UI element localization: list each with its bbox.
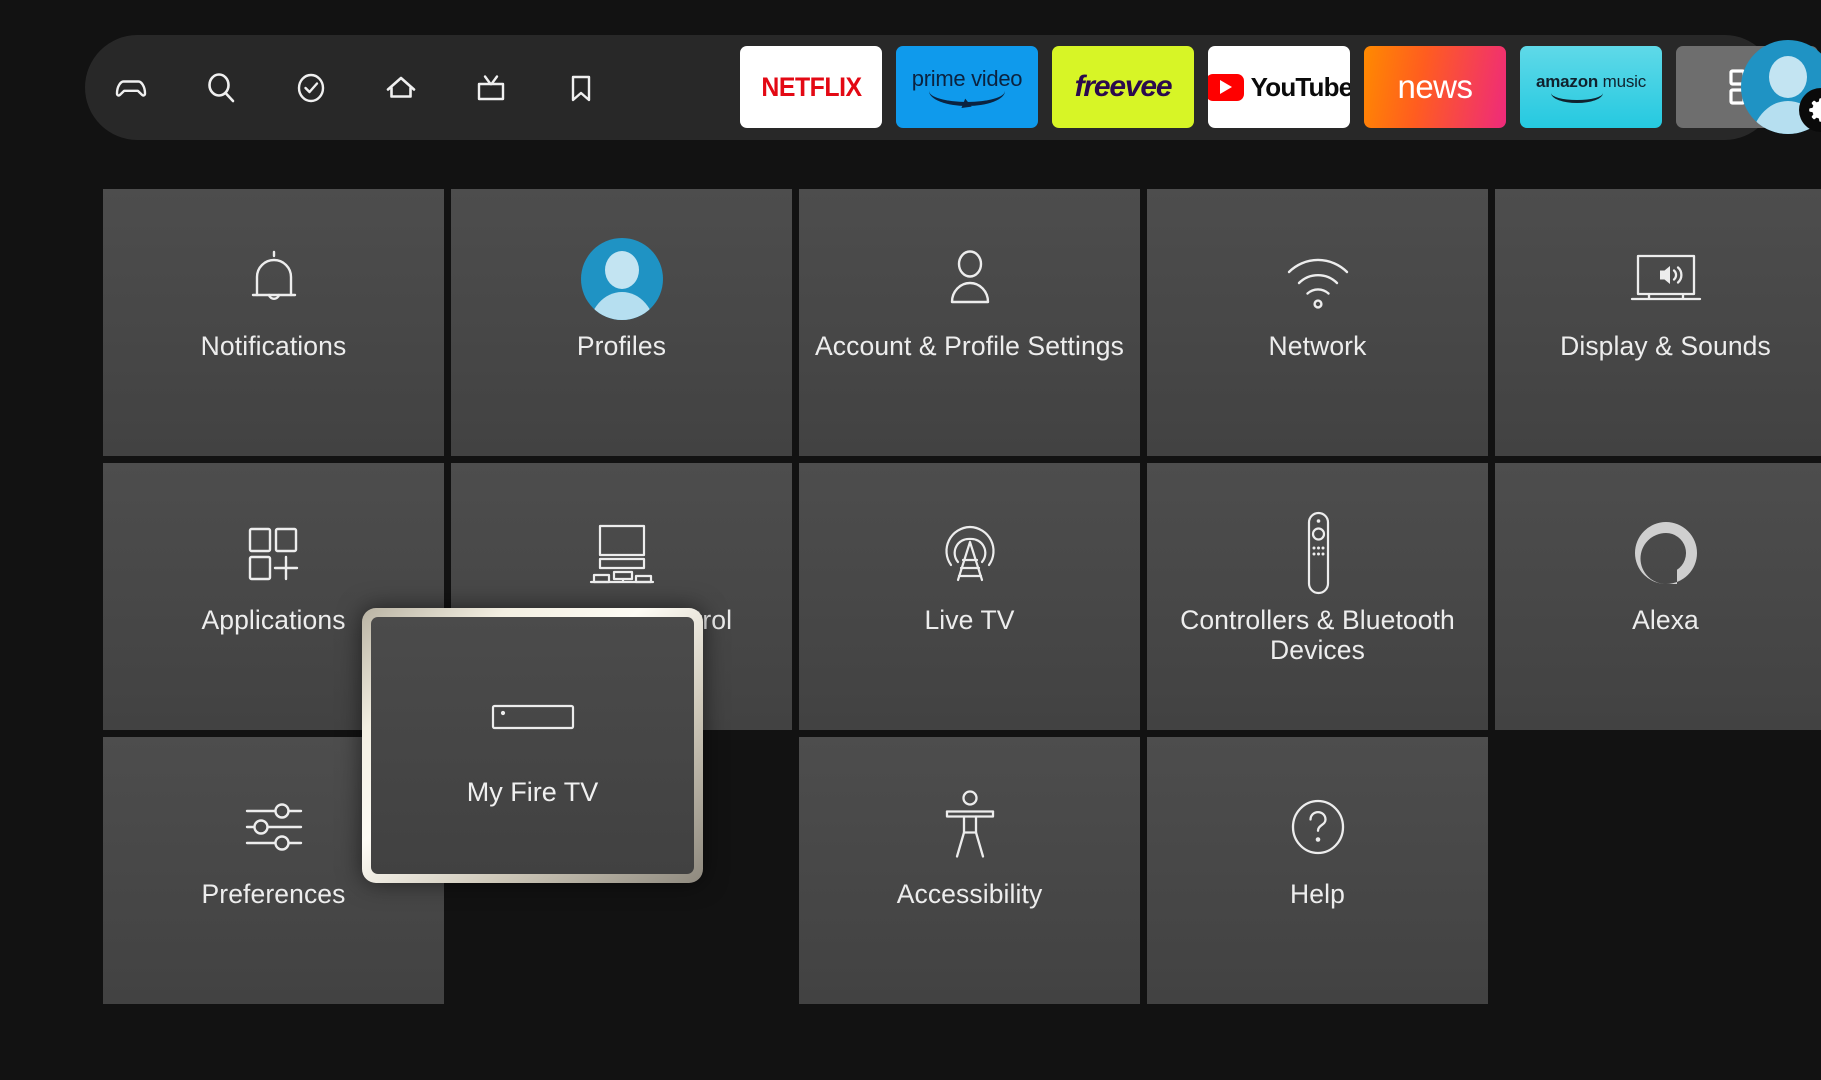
selected-tile-inner: My Fire TV <box>371 617 694 874</box>
app-tile-amazon-music[interactable]: amazon music <box>1520 46 1662 128</box>
fire-tv-stick-icon <box>371 687 694 747</box>
settings-tile-label: Alexa <box>1632 605 1699 635</box>
wifi-icon <box>1147 231 1488 327</box>
settings-tile-label: Network <box>1268 331 1367 361</box>
settings-tile-label: Preferences <box>201 879 346 909</box>
apps-grid-plus-icon <box>103 505 444 601</box>
settings-tile-label: Account & Profile Settings <box>815 331 1124 361</box>
settings-tile-notifications[interactable]: Notifications <box>103 189 444 456</box>
settings-tile-label: Controllers & Bluetooth Devices <box>1180 605 1455 665</box>
settings-tile-network[interactable]: Network <box>1147 189 1488 456</box>
avatar-head <box>1769 56 1807 98</box>
games-icon[interactable] <box>108 65 154 111</box>
tv-equipment-icon <box>451 505 792 601</box>
home-icon[interactable] <box>378 65 424 111</box>
amazon-smile-icon <box>929 91 1005 106</box>
settings-tile-display-sounds[interactable]: Display & Sounds <box>1495 189 1821 456</box>
app-tile-youtube[interactable]: YouTube <box>1208 46 1350 128</box>
settings-tile-my-fire-tv-selected[interactable]: My Fire TV <box>362 608 703 883</box>
search-icon[interactable] <box>198 65 244 111</box>
broadcast-tower-icon <box>799 505 1140 601</box>
settings-tile-accessibility[interactable]: Accessibility <box>799 737 1140 1004</box>
app-shortcut-strip: NETFLIX prime video freevee YouTube news… <box>740 46 1818 128</box>
alexa-ring-icon <box>1495 505 1821 601</box>
settings-tile-label: Live TV <box>924 605 1015 635</box>
settings-tile-label: Profiles <box>576 331 667 361</box>
live-tv-icon[interactable] <box>468 65 514 111</box>
settings-tile-alexa[interactable]: Alexa <box>1495 463 1821 730</box>
youtube-wordmark: YouTube <box>1250 71 1350 102</box>
settings-tile-label: Display & Sounds <box>1560 331 1771 361</box>
app-tile-netflix[interactable]: NETFLIX <box>740 46 882 128</box>
remote-control-icon <box>1147 505 1488 601</box>
prime-video-wordmark: prime video <box>911 66 1023 91</box>
settings-tile-label: Notifications <box>200 331 347 361</box>
app-tile-prime-video[interactable]: prime video <box>896 46 1038 128</box>
settings-row: Notifications Profiles Account & Profile… <box>103 189 1821 456</box>
freevee-wordmark: freevee <box>1074 70 1173 103</box>
selected-tile-label: My Fire TV <box>466 777 599 807</box>
news-wordmark: news <box>1397 68 1473 105</box>
question-circle-icon <box>1147 779 1488 875</box>
top-navigation-bar: NETFLIX prime video freevee YouTube news… <box>0 0 1821 150</box>
profile-avatar-icon <box>451 231 792 327</box>
settings-grid: Notifications Profiles Account & Profile… <box>103 189 1821 1011</box>
nav-icon-group <box>108 35 604 140</box>
settings-tile-help[interactable]: Help <box>1147 737 1488 1004</box>
settings-tile-live-tv[interactable]: Live TV <box>799 463 1140 730</box>
settings-row: Preferences Accessibility Help <box>103 737 1813 1004</box>
profile-settings-button[interactable] <box>1741 40 1821 134</box>
person-icon <box>799 231 1140 327</box>
settings-tile-account-profile-settings[interactable]: Account & Profile Settings <box>799 189 1140 456</box>
tv-speaker-icon <box>1495 231 1821 327</box>
settings-tile-label: Help <box>1290 879 1345 909</box>
app-tile-news[interactable]: news <box>1364 46 1506 128</box>
netflix-wordmark: NETFLIX <box>760 71 862 102</box>
amazon-smile-icon <box>1551 93 1603 103</box>
app-tile-freevee[interactable]: freevee <box>1052 46 1194 128</box>
accessibility-icon <box>799 779 1140 875</box>
settings-row: Applications Equipment Control <box>103 463 1821 730</box>
settings-tile-profiles[interactable]: Profiles <box>451 189 792 456</box>
settings-tile-controllers-bluetooth-devices[interactable]: Controllers & Bluetooth Devices <box>1147 463 1488 730</box>
settings-tile-label: Accessibility <box>896 879 1043 909</box>
amazon-music-wordmark: amazon music <box>1535 71 1647 91</box>
bookmark-icon[interactable] <box>558 65 604 111</box>
bell-icon <box>103 231 444 327</box>
youtube-play-icon <box>1208 73 1244 101</box>
check-circle-icon[interactable] <box>288 65 334 111</box>
